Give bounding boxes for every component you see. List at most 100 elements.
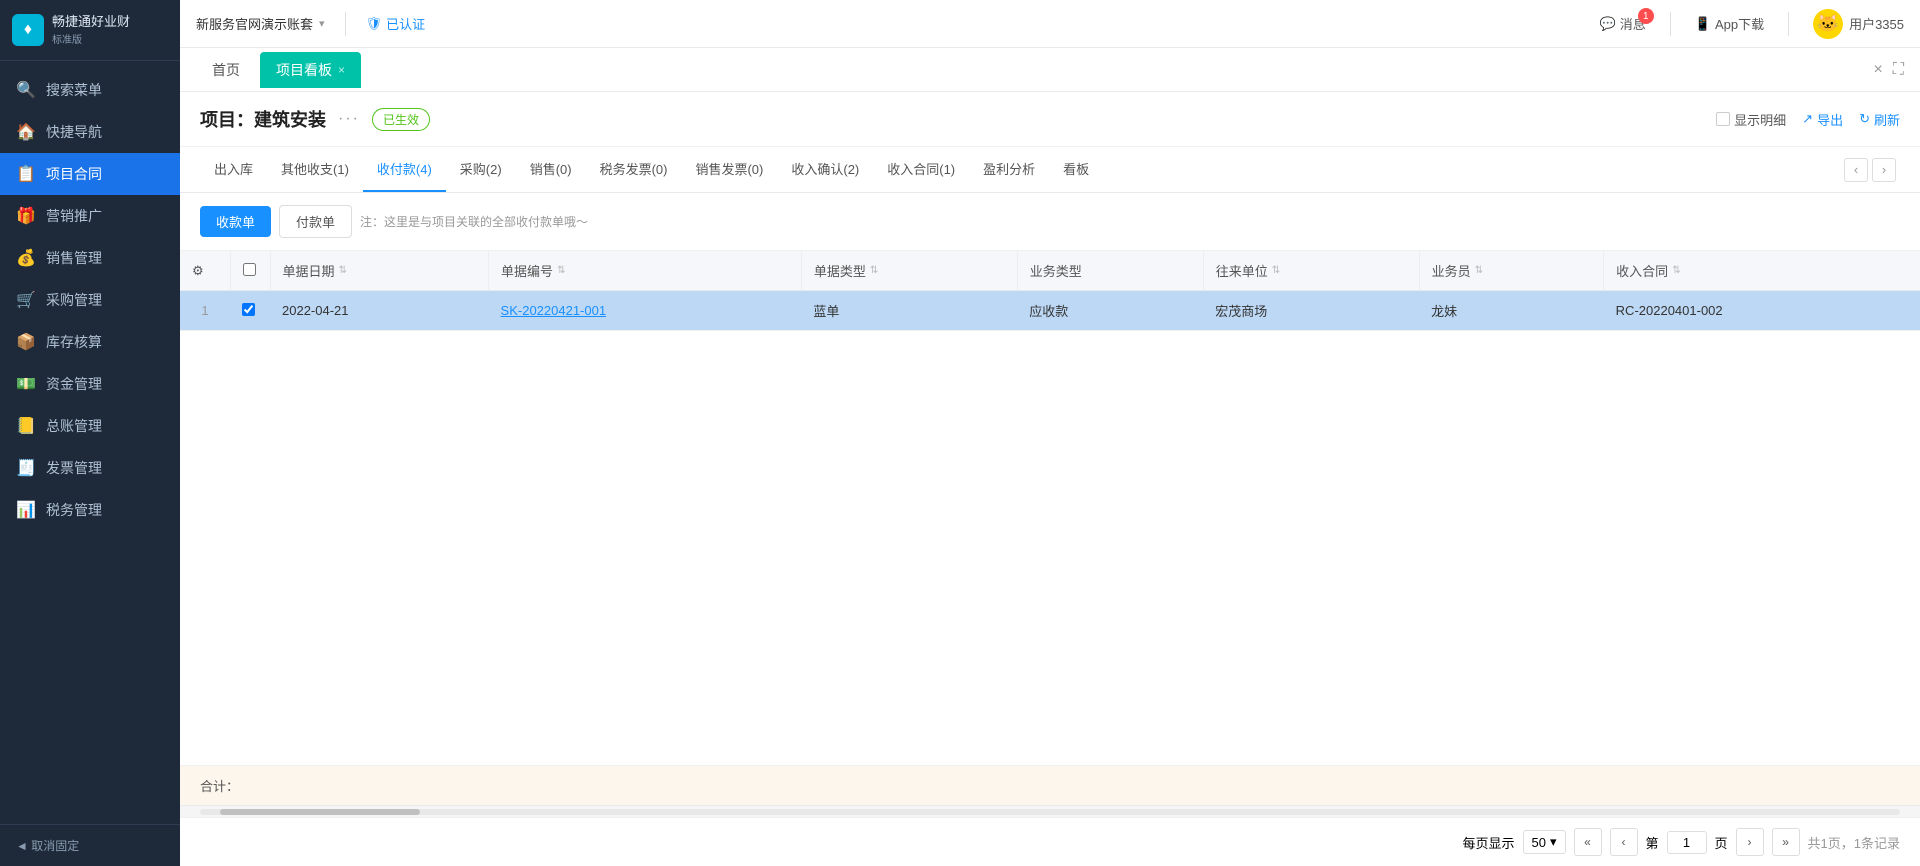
sales-icon: 💰 bbox=[16, 248, 36, 268]
sub-tab-10[interactable]: 出入库 bbox=[200, 147, 267, 192]
last-page-button[interactable]: » bbox=[1772, 828, 1800, 856]
row-checkbox-0[interactable] bbox=[230, 291, 270, 331]
sidebar-item-search[interactable]: 🔍 搜索菜单 bbox=[0, 69, 180, 111]
app-name: 畅捷通好业财 bbox=[52, 14, 130, 31]
content-toolbar: 收款单 付款单 注：这里是与项目关联的全部收付款单哦～ bbox=[180, 193, 1920, 251]
sub-tab-4[interactable]: 销售发票(0) bbox=[681, 147, 777, 192]
per-page-value: 50 bbox=[1532, 835, 1546, 850]
number-sort-icon[interactable]: ⇅ bbox=[557, 265, 565, 276]
user-menu[interactable]: 🐱 用户3355 bbox=[1813, 9, 1904, 39]
tab-home-label: 首页 bbox=[212, 60, 240, 80]
salesman-sort-icon[interactable]: ⇅ bbox=[1475, 265, 1483, 276]
sub-tabs: 出入库其他收支(1)收付款(4)采购(2)销售(0)税务发票(0)销售发票(0)… bbox=[180, 147, 1920, 193]
topbar-project[interactable]: 新服务官网演示账套 ▾ bbox=[196, 14, 325, 33]
quick-nav-icon: 🏠 bbox=[16, 122, 36, 142]
sub-tab-1[interactable]: 盈利分析 bbox=[969, 147, 1049, 192]
project-chevron-icon[interactable]: ▾ bbox=[319, 17, 325, 30]
receipts-tab-button[interactable]: 收款单 bbox=[200, 206, 271, 237]
sub-tab-8[interactable]: 收付款(4) bbox=[363, 147, 446, 192]
sidebar-item-finance[interactable]: 💵 资金管理 bbox=[0, 363, 180, 405]
window-close-button[interactable]: × bbox=[1873, 61, 1882, 79]
row-num-0: 1 bbox=[180, 291, 230, 331]
window-maximize-button[interactable]: ⛶ bbox=[1893, 61, 1904, 79]
settings-icon[interactable]: ⚙ bbox=[192, 263, 204, 278]
sidebar-item-label-inventory: 库存核算 bbox=[46, 332, 102, 352]
export-button[interactable]: ↗ 导出 bbox=[1802, 110, 1843, 129]
select-all-checkbox[interactable] bbox=[243, 263, 256, 276]
sidebar-item-tax[interactable]: 📊 税务管理 bbox=[0, 489, 180, 531]
user-label: 用户3355 bbox=[1849, 14, 1904, 33]
contract-sort-icon[interactable]: ⇅ bbox=[1672, 265, 1680, 276]
sub-tab-5[interactable]: 税务发票(0) bbox=[586, 147, 682, 192]
show-detail-checkbox[interactable] bbox=[1716, 112, 1730, 126]
th-biz-type: 业务类型 bbox=[1017, 251, 1203, 291]
sub-nav-next[interactable]: › bbox=[1872, 158, 1896, 182]
topbar-certified: 🛡 已认证 bbox=[366, 14, 426, 33]
tab-project-board[interactable]: 项目看板 × bbox=[260, 52, 361, 88]
sidebar-item-project-contract[interactable]: 📋 项目合同 bbox=[0, 153, 180, 195]
prev-page-button[interactable]: ‹ bbox=[1610, 828, 1638, 856]
topbar-divider-3 bbox=[1788, 12, 1789, 36]
sub-tab-2[interactable]: 收入合同(1) bbox=[873, 147, 969, 192]
horizontal-scrollbar[interactable] bbox=[180, 805, 1920, 817]
show-detail-toggle[interactable]: 显示明细 bbox=[1716, 110, 1786, 129]
sidebar-item-marketing[interactable]: 🎁 营销推广 bbox=[0, 195, 180, 237]
sub-tab-9[interactable]: 其他收支(1) bbox=[267, 147, 363, 192]
window-controls: × ⛶ bbox=[1873, 61, 1904, 79]
project-contract-icon: 📋 bbox=[16, 164, 36, 184]
sidebar-footer[interactable]: ◄ 取消固定 bbox=[0, 824, 180, 866]
sidebar-item-purchase[interactable]: 🛒 采购管理 bbox=[0, 279, 180, 321]
type-sort-icon[interactable]: ⇅ bbox=[870, 265, 878, 276]
th-settings: ⚙ bbox=[180, 251, 230, 291]
per-page-chevron: ▾ bbox=[1550, 834, 1557, 850]
sub-tab-7[interactable]: 采购(2) bbox=[446, 147, 516, 192]
sidebar-item-label-finance: 资金管理 bbox=[46, 374, 102, 394]
sub-tab-3[interactable]: 收入确认(2) bbox=[777, 147, 873, 192]
sidebar-item-sales[interactable]: 💰 销售管理 bbox=[0, 237, 180, 279]
sidebar-item-label-project-contract: 项目合同 bbox=[46, 164, 102, 184]
project-title: 项目：建筑安装 bbox=[200, 106, 326, 132]
row-partner-0: 宏茂商场 bbox=[1203, 291, 1419, 331]
per-page-select[interactable]: 50 ▾ bbox=[1523, 830, 1566, 854]
per-page-label: 每页显示 bbox=[1462, 833, 1514, 852]
pagination: 每页显示 50 ▾ « ‹ 第 页 › » 共1页，1条记录 bbox=[180, 817, 1920, 866]
sidebar-item-inventory[interactable]: 📦 库存核算 bbox=[0, 321, 180, 363]
export-label: 导出 bbox=[1817, 110, 1843, 129]
app-download-button[interactable]: 📱 App下载 bbox=[1695, 14, 1764, 33]
sidebar-item-ledger[interactable]: 📒 总账管理 bbox=[0, 405, 180, 447]
row-number-0[interactable]: SK-20220421-001 bbox=[489, 291, 802, 331]
date-sort-icon[interactable]: ⇅ bbox=[339, 265, 347, 276]
table-row[interactable]: 1 2022-04-21 SK-20220421-001 蓝单 应收款 宏茂商场… bbox=[180, 291, 1920, 331]
next-page-button[interactable]: › bbox=[1736, 828, 1764, 856]
search-icon: 🔍 bbox=[16, 80, 36, 100]
sidebar-item-label-marketing: 营销推广 bbox=[46, 206, 102, 226]
sidebar-item-invoice[interactable]: 🧾 发票管理 bbox=[0, 447, 180, 489]
show-detail-label: 显示明细 bbox=[1734, 110, 1786, 129]
app-download-label: App下载 bbox=[1715, 14, 1764, 33]
tab-project-board-label: 项目看板 bbox=[276, 60, 332, 80]
scrollbar-thumb[interactable] bbox=[220, 809, 420, 815]
row-check-0[interactable] bbox=[242, 303, 255, 316]
project-more-button[interactable]: ··· bbox=[338, 110, 360, 128]
messages-button[interactable]: 💬 消息 1 bbox=[1600, 14, 1646, 33]
th-date: 单据日期⇅ bbox=[270, 251, 489, 291]
page-number-input[interactable] bbox=[1667, 831, 1707, 854]
row-salesman-0: 龙妹 bbox=[1419, 291, 1604, 331]
row-number-link-0[interactable]: SK-20220421-001 bbox=[501, 303, 607, 318]
th-contract: 收入合同⇅ bbox=[1604, 251, 1920, 291]
tab-close-icon[interactable]: × bbox=[338, 63, 345, 77]
first-page-button[interactable]: « bbox=[1574, 828, 1602, 856]
tab-home[interactable]: 首页 bbox=[196, 52, 256, 88]
sub-nav-prev[interactable]: ‹ bbox=[1844, 158, 1868, 182]
partner-sort-icon[interactable]: ⇅ bbox=[1272, 265, 1280, 276]
refresh-icon: ↻ bbox=[1859, 111, 1870, 127]
records-table: ⚙ 单据日期⇅ 单据编号⇅ 单据类型⇅ 业务类型 往来单位⇅ 业务员⇅ 收入合同… bbox=[180, 251, 1920, 331]
sub-tab-0[interactable]: 看板 bbox=[1049, 147, 1103, 192]
refresh-button[interactable]: ↻ 刷新 bbox=[1859, 110, 1900, 129]
payments-tab-button[interactable]: 付款单 bbox=[279, 205, 352, 238]
sub-tab-6[interactable]: 销售(0) bbox=[516, 147, 586, 192]
sidebar-item-quick-nav[interactable]: 🏠 快捷导航 bbox=[0, 111, 180, 153]
purchase-icon: 🛒 bbox=[16, 290, 36, 310]
row-date-0: 2022-04-21 bbox=[270, 291, 489, 331]
th-checkbox bbox=[230, 251, 270, 291]
